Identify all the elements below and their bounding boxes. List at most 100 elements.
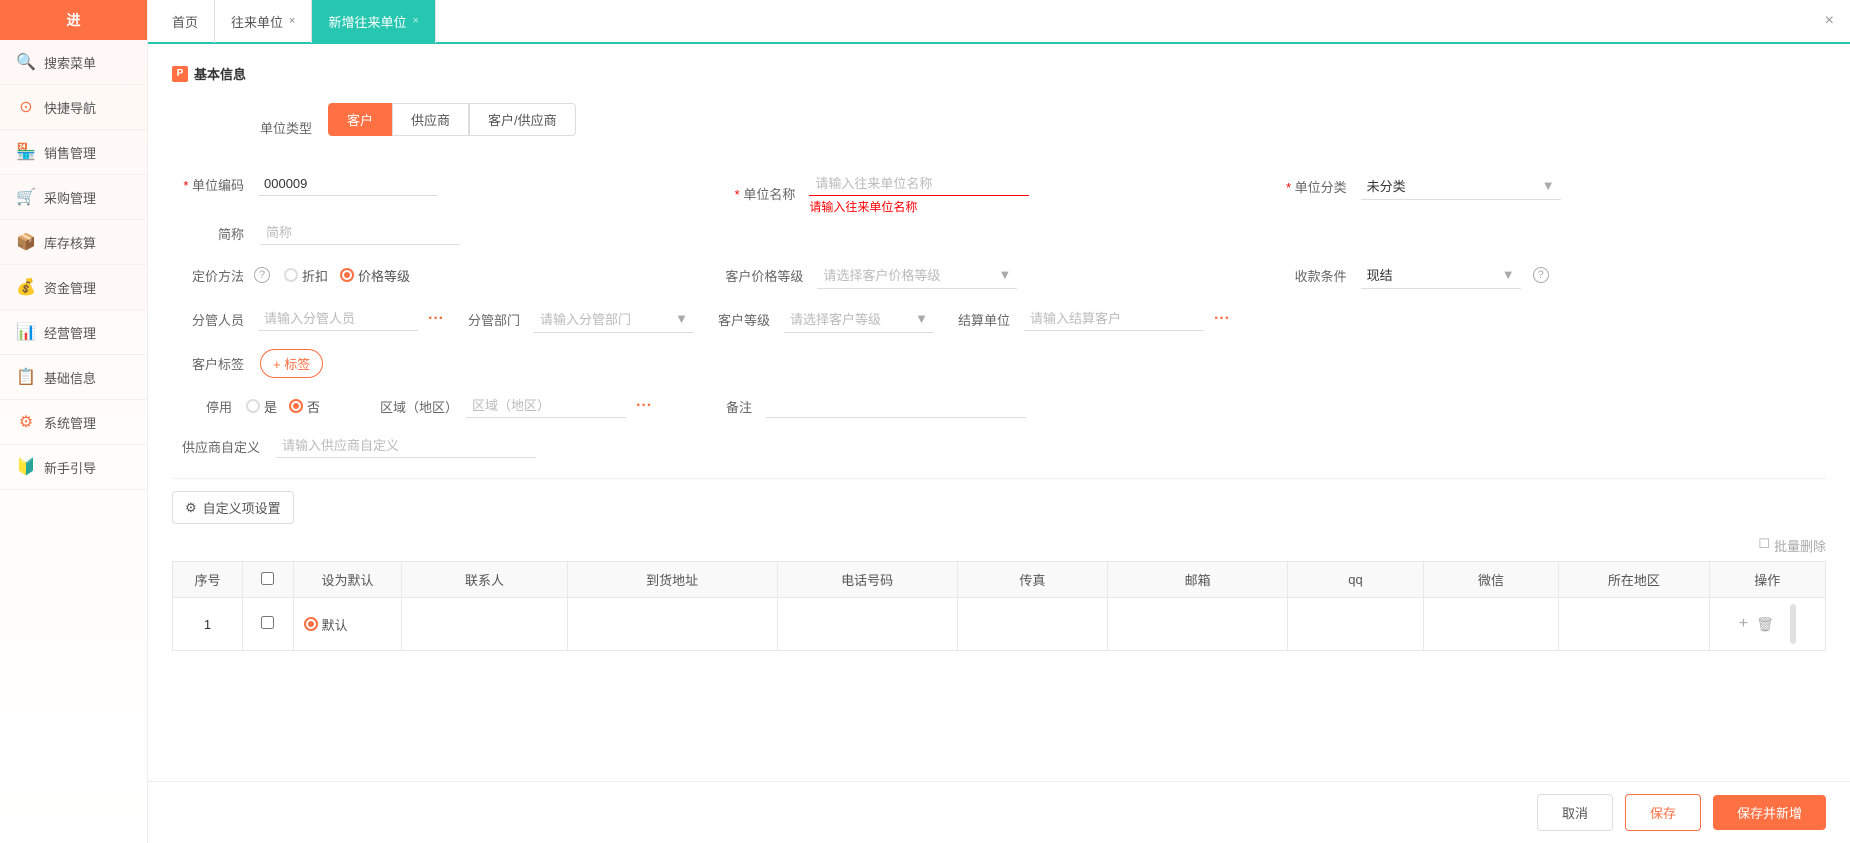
unit-category-label: 单位分类	[1275, 177, 1347, 196]
unit-code-input[interactable]: 000009	[258, 172, 438, 196]
tab-new-partner-label: 新增往来单位	[328, 12, 406, 31]
customer-price-level-select[interactable]: 请选择客户价格等级 ▼	[817, 261, 1017, 289]
add-row-icon[interactable]: +	[1739, 615, 1748, 633]
col-default: 设为默认	[293, 562, 402, 598]
tab-home[interactable]: 首页	[156, 0, 215, 43]
scroll-icon	[1790, 604, 1796, 644]
unit-name-input[interactable]	[809, 172, 1029, 196]
pricing-help-icon[interactable]: ?	[254, 267, 270, 283]
short-name-input[interactable]	[260, 221, 460, 245]
inventory-icon: 📦	[16, 232, 36, 252]
sidebar-item-label: 快捷导航	[44, 98, 96, 117]
payment-terms-select[interactable]: 现结 ▼	[1361, 261, 1521, 289]
sidebar-item-search[interactable]: 🔍 搜索菜单	[0, 40, 147, 85]
sidebar-item-purchase[interactable]: 🛒 采购管理	[0, 175, 147, 220]
disabled-yes-label: 是	[264, 397, 277, 416]
sidebar-item-quick-nav[interactable]: ⊙ 快捷导航	[0, 85, 147, 130]
wechat-input[interactable]	[1456, 613, 1526, 636]
default-radio[interactable]	[304, 617, 318, 631]
disabled-yes-option[interactable]: 是	[246, 397, 277, 416]
custom-settings-button[interactable]: ⚙ 自定义项设置	[172, 491, 294, 524]
department-select[interactable]: 请输入分管部门 ▼	[534, 305, 694, 333]
close-all-tabs-button[interactable]: ×	[1817, 12, 1842, 30]
sidebar-item-guide[interactable]: 🔰 新手引导	[0, 445, 147, 490]
cell-checkbox	[243, 598, 294, 651]
delete-row-icon[interactable]: 🗑	[1756, 616, 1774, 633]
cell-seq: 1	[173, 598, 243, 651]
email-input[interactable]	[1148, 613, 1248, 636]
manager-input[interactable]	[258, 307, 418, 331]
pricing-method-label: 定价方法	[172, 266, 244, 285]
home-icon: ⊙	[16, 97, 36, 117]
tab-partner-close[interactable]: ×	[289, 15, 295, 27]
remark-input[interactable]	[766, 394, 1026, 418]
qq-input[interactable]	[1320, 613, 1390, 636]
phone-input[interactable]	[817, 613, 917, 636]
save-button[interactable]: 保存	[1625, 794, 1701, 831]
col-wechat: 微信	[1423, 562, 1558, 598]
cell-phone	[777, 598, 957, 651]
system-icon: ⚙	[16, 412, 36, 432]
pricing-level-option[interactable]: 价格等级	[340, 266, 410, 285]
disabled-no-radio[interactable]	[289, 399, 303, 413]
btn-type-both[interactable]: 客户/供应商	[469, 103, 576, 136]
row-region-input[interactable]	[1594, 613, 1674, 636]
unit-name-cell: 单位名称 请输入往来单位名称	[723, 172, 1274, 215]
batch-delete-label[interactable]: 批量删除	[1774, 536, 1826, 555]
sidebar-item-system[interactable]: ⚙ 系统管理	[0, 400, 147, 445]
disabled-no-option[interactable]: 否	[289, 397, 320, 416]
unit-code-label: 单位编码	[172, 175, 244, 194]
customer-level-label: 客户等级	[710, 310, 770, 329]
pricing-level-radio[interactable]	[340, 268, 354, 282]
department-label: 分管部门	[460, 310, 520, 329]
contact-input[interactable]	[439, 613, 529, 636]
sidebar: 进 🔍 搜索菜单 ⊙ 快捷导航 🏪 销售管理 🛒 采购管理 📦 库存核算 💰 资…	[0, 0, 148, 843]
sidebar-item-inventory[interactable]: 📦 库存核算	[0, 220, 147, 265]
payment-help-icon[interactable]: ?	[1533, 267, 1549, 283]
btn-type-customer[interactable]: 客户	[328, 103, 392, 136]
pricing-discount-radio[interactable]	[284, 268, 298, 282]
sidebar-item-sales[interactable]: 🏪 销售管理	[0, 130, 147, 175]
row-checkbox[interactable]	[261, 616, 274, 629]
unit-category-select[interactable]: 未分类 ▼	[1361, 172, 1561, 200]
customer-tag-row: 客户标签 + 标签	[172, 349, 1826, 378]
region-input[interactable]	[466, 394, 626, 418]
select-all-checkbox[interactable]	[261, 572, 274, 585]
unit-name-error: 请输入往来单位名称	[809, 198, 1029, 215]
sidebar-item-finance[interactable]: 💰 资金管理	[0, 265, 147, 310]
sidebar-item-label: 新手引导	[44, 458, 96, 477]
bottom-toolbar: 取消 保存 保存并新增	[148, 781, 1850, 843]
col-phone: 电话号码	[777, 562, 957, 598]
fax-input[interactable]	[992, 613, 1072, 636]
section-title-label: 基本信息	[194, 64, 246, 83]
gear-icon: ⚙	[185, 500, 197, 516]
tab-new-partner-close[interactable]: ×	[412, 15, 418, 27]
sidebar-item-operations[interactable]: 📊 经营管理	[0, 310, 147, 355]
cancel-button[interactable]: 取消	[1537, 794, 1613, 831]
pricing-discount-option[interactable]: 折扣	[284, 266, 328, 285]
settlement-unit-label: 结算单位	[950, 310, 1010, 329]
section-title-basic: P 基本信息	[172, 64, 1826, 83]
address-input[interactable]	[612, 613, 732, 636]
settlement-more-btn[interactable]: ···	[1214, 310, 1230, 328]
col-fax: 传真	[957, 562, 1107, 598]
tab-partner[interactable]: 往来单位 ×	[215, 0, 312, 43]
save-new-button[interactable]: 保存并新增	[1713, 795, 1826, 830]
manager-more-btn[interactable]: ···	[428, 310, 444, 328]
region-more-btn[interactable]: ···	[636, 397, 652, 415]
sidebar-item-basic[interactable]: 📋 基础信息	[0, 355, 147, 400]
customer-level-select[interactable]: 请选择客户等级 ▼	[784, 305, 934, 333]
supplier-custom-row: 供应商自定义	[172, 434, 1826, 458]
sidebar-item-label: 库存核算	[44, 233, 96, 252]
cell-action: + 🗑	[1709, 598, 1825, 651]
customer-price-level-arrow: ▼	[998, 267, 1011, 282]
custom-settings-label: 自定义项设置	[203, 498, 281, 517]
disabled-yes-radio[interactable]	[246, 399, 260, 413]
sidebar-item-label: 采购管理	[44, 188, 96, 207]
btn-type-supplier[interactable]: 供应商	[392, 103, 469, 136]
default-radio-item[interactable]: 默认	[304, 615, 392, 634]
supplier-custom-input[interactable]	[276, 434, 536, 458]
tab-new-partner[interactable]: 新增往来单位 ×	[312, 0, 435, 43]
add-tag-button[interactable]: + 标签	[260, 349, 323, 378]
settlement-unit-input[interactable]	[1024, 307, 1204, 331]
